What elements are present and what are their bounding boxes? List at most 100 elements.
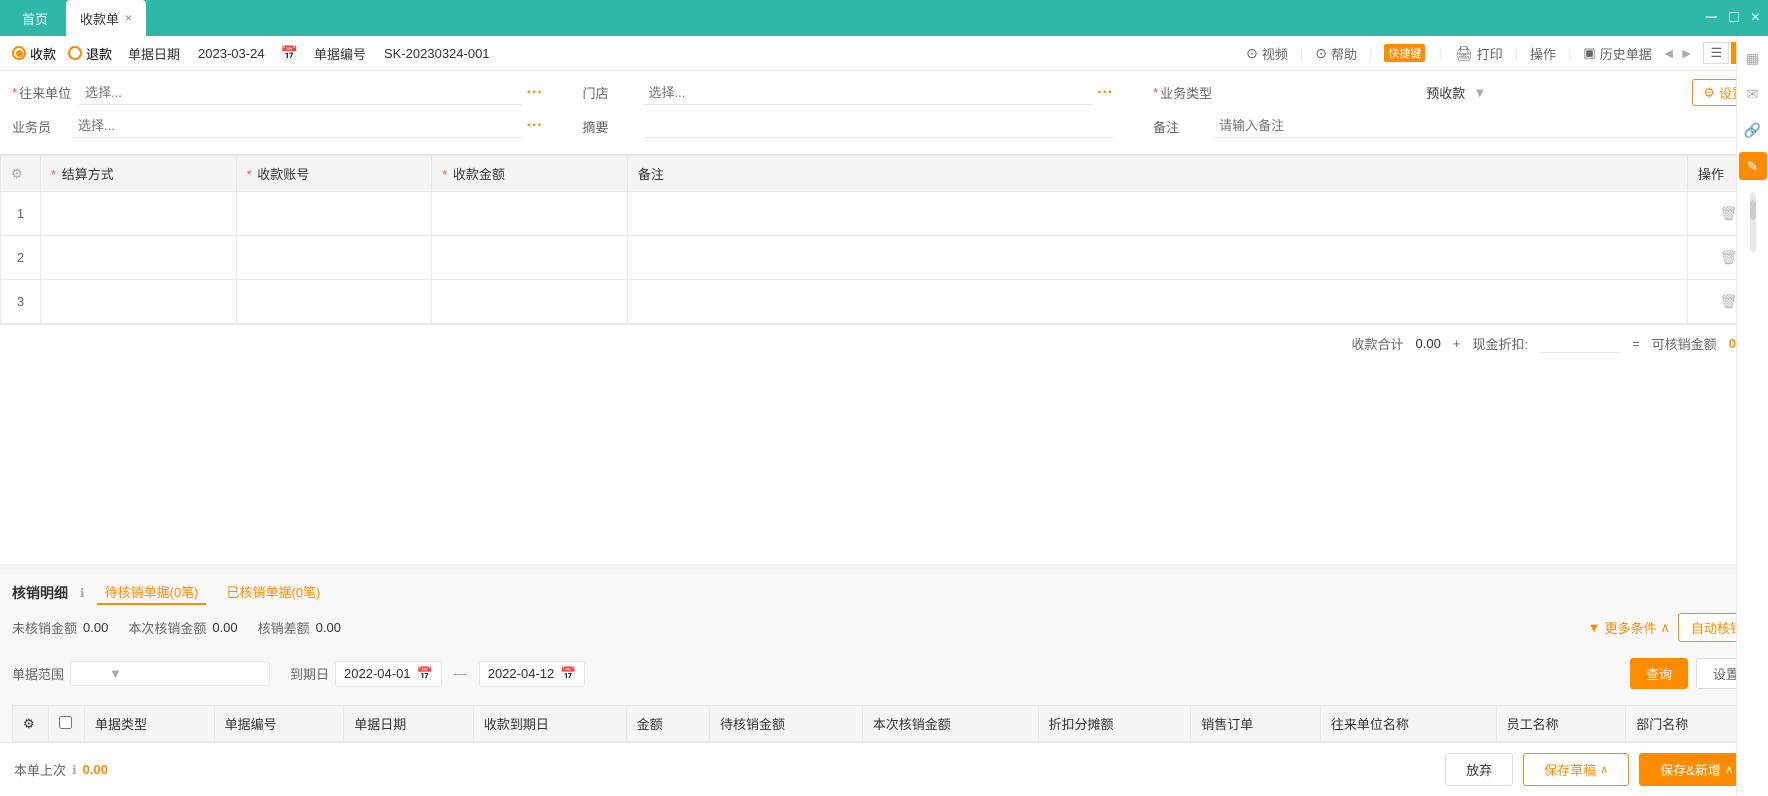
help-btn[interactable]: ⊙ 帮助 bbox=[1315, 44, 1357, 63]
row-num-1: 1 bbox=[1, 192, 41, 236]
calendar-icon[interactable]: 📅 bbox=[281, 45, 298, 62]
bth-amount: 金额 bbox=[626, 706, 709, 742]
partner-more-btn[interactable]: ··· bbox=[527, 84, 543, 102]
row1-delete-icon[interactable]: 🗑 bbox=[1720, 205, 1738, 221]
sidebar-table-icon[interactable]: ▦ bbox=[1739, 44, 1767, 72]
store-more-btn[interactable]: ··· bbox=[1097, 84, 1113, 102]
shortcut-btn[interactable]: 快捷键 bbox=[1384, 44, 1427, 62]
row-num-3: 3 bbox=[1, 280, 41, 324]
tab-close-icon[interactable]: × bbox=[125, 11, 132, 25]
footer-info-icon[interactable]: ℹ bbox=[72, 763, 77, 777]
bottom-table-settings-icon: ⚙ bbox=[23, 716, 35, 731]
row3-account[interactable] bbox=[236, 280, 432, 324]
row1-remark[interactable] bbox=[627, 192, 1687, 236]
partner-input[interactable] bbox=[79, 81, 523, 105]
tab-home[interactable]: 首页 bbox=[8, 0, 62, 36]
summary-input[interactable] bbox=[643, 114, 1114, 138]
tab-current[interactable]: 收款单 × bbox=[66, 0, 146, 36]
date-value[interactable]: 2023-03-24 bbox=[198, 46, 265, 61]
filter-icon: ▼ bbox=[1588, 620, 1601, 635]
radio-shoukuan[interactable]: 收款 bbox=[12, 44, 56, 63]
radio-group: 收款 退款 bbox=[12, 44, 112, 63]
date-separator: — bbox=[454, 666, 467, 681]
date-from-value: 2022-04-01 bbox=[344, 666, 411, 681]
remark-input[interactable] bbox=[1213, 114, 1756, 138]
row2-amount[interactable] bbox=[432, 236, 628, 280]
staff-input[interactable] bbox=[72, 114, 523, 138]
bth-settings[interactable]: ⚙ bbox=[13, 706, 49, 742]
nav-arrows: ◄ ► bbox=[1662, 45, 1694, 61]
tab-bar: 首页 收款单 × ─ □ × bbox=[0, 0, 1768, 36]
row3-remark[interactable] bbox=[627, 280, 1687, 324]
row1-amount[interactable] bbox=[432, 192, 628, 236]
staff-more-btn[interactable]: ··· bbox=[527, 117, 543, 135]
main-table-container: ⚙ * 结算方式 * 收款账号 * 收款金额 备注 bbox=[0, 155, 1768, 564]
row2-remark[interactable] bbox=[627, 236, 1687, 280]
next-arrow[interactable]: ► bbox=[1680, 45, 1694, 61]
chevron-up-icon: ∧ bbox=[1660, 620, 1670, 636]
sidebar-attachment-icon[interactable]: 🔗 bbox=[1739, 116, 1767, 144]
list-view-btn[interactable]: ☰ bbox=[1703, 42, 1729, 64]
done-tab[interactable]: 已核销单据(0笔) bbox=[218, 580, 328, 605]
number-value[interactable]: SK-20230324-001 bbox=[384, 46, 490, 61]
abandon-button[interactable]: 放弃 bbox=[1445, 753, 1513, 786]
pending-tab[interactable]: 待核销单据(0笔) bbox=[97, 580, 207, 605]
staff-label: 业务员 bbox=[12, 117, 72, 136]
range-select[interactable]: ▼ bbox=[70, 661, 270, 686]
date-to-input[interactable]: 2022-04-12 📅 bbox=[479, 661, 586, 687]
summary-field: 摘要 bbox=[583, 114, 1114, 138]
row1-account[interactable] bbox=[236, 192, 432, 236]
business-dropdown-icon[interactable]: ▼ bbox=[1473, 85, 1486, 100]
scrollbar[interactable] bbox=[1750, 192, 1756, 252]
filter-row: 单据范围 ▼ 到期日 2022-04-01 📅 — 2022-04-12 📅 bbox=[12, 650, 1756, 697]
row2-delete-icon[interactable]: 🗑 bbox=[1720, 249, 1738, 265]
discount-input[interactable] bbox=[1540, 333, 1620, 353]
row1-payment[interactable] bbox=[41, 192, 237, 236]
staff-field: 业务员 ··· bbox=[12, 114, 543, 138]
select-all-checkbox[interactable] bbox=[59, 716, 72, 729]
query-button[interactable]: 查询 bbox=[1630, 658, 1688, 689]
plus-sign: + bbox=[1453, 336, 1461, 351]
date-to-value: 2022-04-12 bbox=[488, 666, 555, 681]
operation-label: 操作 bbox=[1530, 44, 1556, 63]
prev-arrow[interactable]: ◄ bbox=[1662, 45, 1676, 61]
history-btn[interactable]: ▣ 历史单据 bbox=[1583, 44, 1651, 63]
row3-amount[interactable] bbox=[432, 280, 628, 324]
due-date-label: 到期日 bbox=[290, 664, 329, 683]
row3-payment[interactable] bbox=[41, 280, 237, 324]
date-to-icon: 📅 bbox=[560, 666, 576, 682]
history-icon: ▣ bbox=[1583, 45, 1595, 61]
summary-label: 摘要 bbox=[583, 117, 643, 136]
footer-value: 0.00 bbox=[83, 762, 108, 777]
bth-checkbox bbox=[49, 706, 85, 742]
store-input[interactable] bbox=[643, 81, 1094, 105]
footer-label: 本单上次 bbox=[14, 760, 66, 779]
business-type-field: * 业务类型 预收款 ▼ ⚙ 设置 bbox=[1153, 79, 1756, 106]
tab-current-label: 收款单 bbox=[80, 9, 119, 28]
operation-btn[interactable]: 操作 bbox=[1530, 44, 1556, 63]
date-from-input[interactable]: 2022-04-01 📅 bbox=[335, 661, 442, 687]
row2-payment[interactable] bbox=[41, 236, 237, 280]
verify-section: 核销明细 ℹ 待核销单据(0笔) 已核销单据(0笔) 未核销金额 0.00 本次… bbox=[0, 564, 1768, 742]
sidebar-mail-icon[interactable]: ✉ bbox=[1739, 80, 1767, 108]
partner-label: 往来单位 bbox=[19, 83, 79, 102]
minimize-icon[interactable]: ─ bbox=[1706, 9, 1717, 27]
radio-tuikuan[interactable]: 退款 bbox=[68, 44, 112, 63]
radio-tuikuan-label: 退款 bbox=[86, 44, 112, 63]
close-icon[interactable]: × bbox=[1751, 9, 1760, 27]
maximize-icon[interactable]: □ bbox=[1729, 9, 1739, 27]
sidebar-edit-icon[interactable]: ✎ bbox=[1739, 152, 1767, 180]
save-draft-button[interactable]: 保存草稿 ∧ bbox=[1523, 753, 1629, 786]
draft-chevron-icon: ∧ bbox=[1600, 763, 1608, 776]
number-field: 单据编号 SK-20230324-001 bbox=[314, 44, 490, 63]
more-conditions-btn[interactable]: ▼ 更多条件 ∧ bbox=[1588, 618, 1670, 637]
bth-type: 单据类型 bbox=[85, 706, 215, 742]
row2-account[interactable] bbox=[236, 236, 432, 280]
range-dropdown-icon: ▼ bbox=[109, 666, 122, 681]
diff-stat: 核销差额 0.00 bbox=[258, 618, 341, 637]
table-settings-icon[interactable]: ⚙ bbox=[11, 166, 23, 181]
row3-delete-icon[interactable]: 🗑 bbox=[1720, 293, 1738, 309]
print-btn[interactable]: 🖨 打印 bbox=[1455, 44, 1503, 63]
video-btn[interactable]: ⊙ 视频 bbox=[1246, 44, 1288, 63]
equals-sign: = bbox=[1632, 336, 1640, 351]
